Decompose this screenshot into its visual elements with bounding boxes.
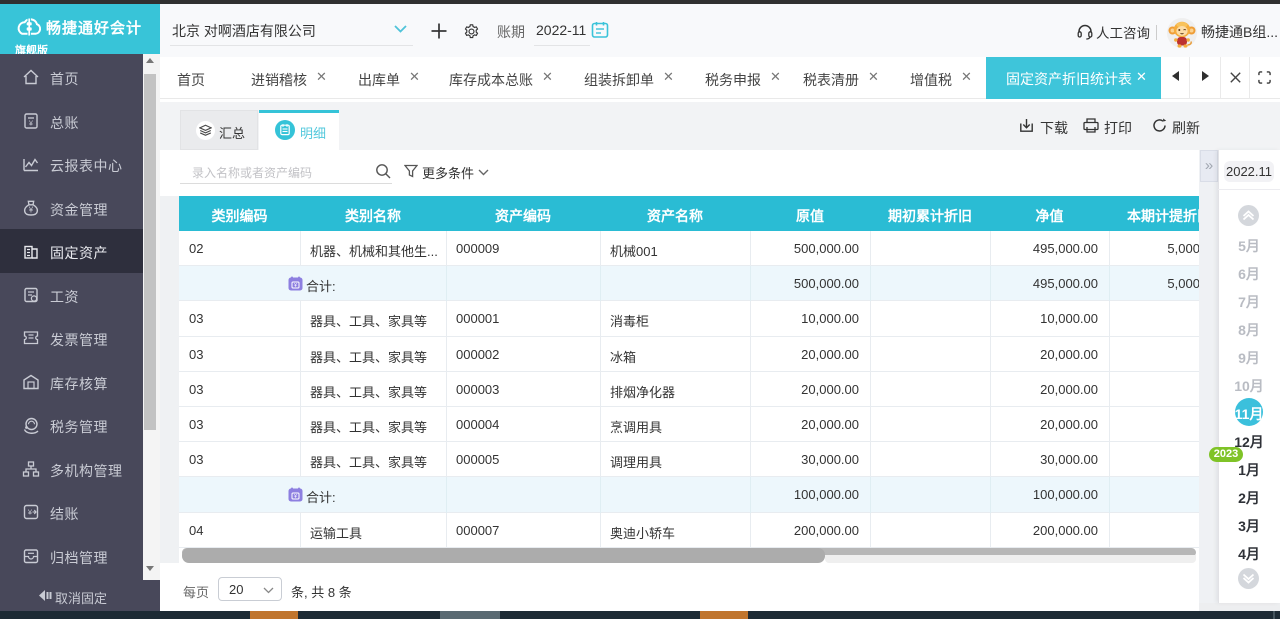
svg-text:¥: ¥ (28, 205, 34, 214)
svg-text:¥: ¥ (294, 283, 297, 289)
svg-text:¥: ¥ (294, 494, 297, 500)
svg-text:¥: ¥ (29, 120, 33, 127)
svg-text:¥: ¥ (28, 508, 33, 517)
